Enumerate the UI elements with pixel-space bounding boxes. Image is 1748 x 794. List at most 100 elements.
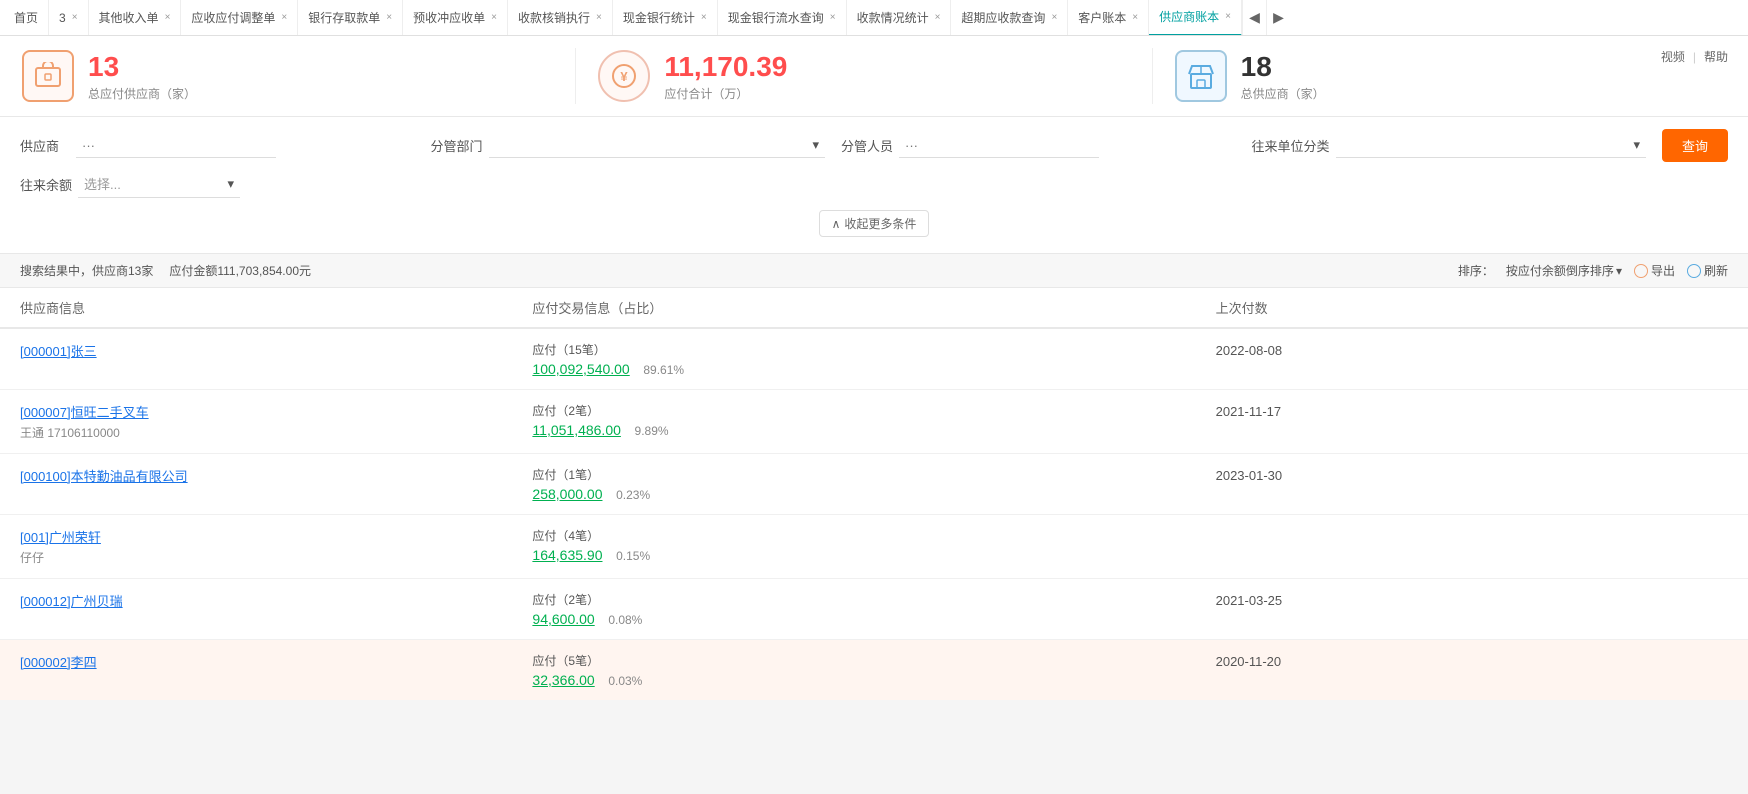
table-row: [000007]恒旺二手叉车 王通 17106110000 应付（2笔） 11,… [0, 390, 1748, 454]
category-label: 往来单位分类 [1252, 136, 1330, 155]
nav-tab-cash-stats-label: 现金银行统计 [623, 9, 695, 26]
trans-amount-row: 94,600.00 0.08% [532, 611, 1215, 627]
export-icon [1634, 264, 1648, 278]
table-header: 供应商信息 应付交易信息（占比） 上次付数 [0, 288, 1748, 329]
summary-bar: 13 总应付供应商（家） ¥ 11,170.39 应付合计（万） [0, 36, 1748, 117]
export-label: 导出 [1651, 262, 1675, 279]
supplier-icon [22, 50, 74, 102]
payable-suppliers-count: 13 [88, 50, 196, 84]
close-icon[interactable]: × [596, 12, 602, 23]
nav-tab-3-label: 3 [59, 11, 66, 25]
close-icon[interactable]: × [830, 12, 836, 23]
balance-select[interactable]: 选择... ▾ [78, 170, 240, 198]
nav-tab-3[interactable]: 3 × [49, 0, 89, 36]
supplier-sub-info: 王通 17106110000 [20, 424, 532, 441]
supplier-info-cell: [000002]李四 [20, 652, 532, 671]
nav-tab-other-income[interactable]: 其他收入单 × [89, 0, 182, 36]
supplier-link[interactable]: [000012]广州贝瑞 [20, 591, 532, 610]
supplier-info-cell: [000100]本特勤油品有限公司 [20, 466, 532, 485]
nav-tab-collection[interactable]: 收款核销执行 × [508, 0, 613, 36]
trans-amount-link[interactable]: 11,051,486.00 [532, 422, 621, 438]
trans-pct: 0.15% [616, 549, 650, 563]
close-icon[interactable]: × [281, 12, 287, 23]
close-icon[interactable]: × [165, 12, 171, 23]
trans-amount-row: 100,092,540.00 89.61% [532, 361, 1215, 377]
supplier-link[interactable]: [000007]恒旺二手叉车 [20, 402, 532, 421]
supplier-link[interactable]: [000002]李四 [20, 652, 532, 671]
nav-tab-adjustment[interactable]: 应收应付调整单 × [181, 0, 298, 36]
nav-arrow-left[interactable]: ◀ [1242, 0, 1266, 36]
collapse-button[interactable]: ∧ 收起更多条件 [819, 210, 930, 237]
nav-tab-collection-stats[interactable]: 收款情况统计 × [847, 0, 952, 36]
nav-tab-prepay[interactable]: 预收冲应收单 × [403, 0, 508, 36]
close-icon[interactable]: × [1132, 12, 1138, 23]
supplier-label: 供应商 [20, 136, 70, 155]
query-button[interactable]: 查询 [1662, 129, 1728, 162]
close-icon[interactable]: × [72, 12, 78, 23]
trans-amount-row: 11,051,486.00 9.89% [532, 422, 1215, 438]
arrow-left-icon: ◀ [1249, 9, 1260, 26]
nav-tab-bank-deposit[interactable]: 银行存取款单 × [298, 0, 403, 36]
col-header-supplier: 供应商信息 [20, 298, 532, 317]
close-icon[interactable]: × [1225, 11, 1231, 22]
video-link[interactable]: 视频 [1661, 48, 1685, 65]
nav-tab-cash-flow[interactable]: 现金银行流水查询 × [718, 0, 847, 36]
person-input[interactable] [899, 134, 1099, 158]
sort-prefix: 排序： [1458, 262, 1494, 279]
supplier-input[interactable] [76, 134, 276, 158]
filter-row-2: 往来余额 选择... ▾ [20, 170, 1728, 198]
data-table: 供应商信息 应付交易信息（占比） 上次付数 [000001]张三 应付（15笔）… [0, 288, 1748, 700]
help-link[interactable]: 帮助 [1704, 48, 1728, 65]
table-row: [000012]广州贝瑞 应付（2笔） 94,600.00 0.08% 2021… [0, 579, 1748, 640]
trans-amount-row: 32,366.00 0.03% [532, 672, 1215, 688]
refresh-button[interactable]: 刷新 [1687, 262, 1728, 279]
department-select[interactable]: ▾ [489, 133, 825, 158]
chevron-down-icon: ▾ [1633, 137, 1640, 153]
close-icon[interactable]: × [491, 12, 497, 23]
supplier-link[interactable]: [000100]本特勤油品有限公司 [20, 466, 532, 485]
lastpay-cell: 2021-03-25 [1216, 591, 1728, 608]
trans-amount-link[interactable]: 258,000.00 [532, 486, 602, 502]
close-icon[interactable]: × [701, 12, 707, 23]
total-suppliers-count: 18 [1241, 50, 1325, 84]
nav-tab-supplier-ledger[interactable]: 供应商账本 × [1149, 0, 1242, 36]
sort-select[interactable]: 按应付余额倒序排序 ▾ [1506, 262, 1622, 279]
supplier-info-cell: [000012]广州贝瑞 [20, 591, 532, 610]
summary-item-total-suppliers: 18 总供应商（家） [1153, 48, 1728, 104]
table-row: [000100]本特勤油品有限公司 应付（1笔） 258,000.00 0.23… [0, 454, 1748, 515]
nav-tab-overdue[interactable]: 超期应收款查询 × [951, 0, 1068, 36]
col-header-lastpay: 上次付数 [1216, 298, 1728, 317]
filter-item-category: 往来单位分类 ▾ [1252, 133, 1647, 158]
supplier-link[interactable]: [001]广州荣轩 [20, 527, 532, 546]
store-icon [1175, 50, 1227, 102]
close-icon[interactable]: × [386, 12, 392, 23]
trans-amount-link[interactable]: 32,366.00 [532, 672, 594, 688]
sort-chevron-icon: ▾ [1616, 264, 1622, 278]
nav-tab-customer-ledger-label: 客户账本 [1078, 9, 1126, 26]
top-right-links: 视频 | 帮助 [1661, 48, 1728, 65]
supplier-link[interactable]: [000001]张三 [20, 341, 532, 360]
total-suppliers-label: 总供应商（家） [1241, 85, 1325, 102]
close-icon[interactable]: × [935, 12, 941, 23]
nav-tab-cash-stats[interactable]: 现金银行统计 × [613, 0, 718, 36]
trans-label: 应付（15笔） [532, 341, 1215, 358]
nav-tab-home[interactable]: 首页 [4, 0, 49, 36]
col-header-transaction: 应付交易信息（占比） [532, 298, 1215, 317]
trans-amount-link[interactable]: 100,092,540.00 [532, 361, 629, 377]
nav-tab-cash-flow-label: 现金银行流水查询 [728, 9, 824, 26]
nav-tab-customer-ledger[interactable]: 客户账本 × [1068, 0, 1149, 36]
summary-icon-money: ¥ [596, 48, 652, 104]
payable-total-value: 11,170.39 [664, 50, 787, 84]
filter-item-person: 分管人员 [841, 134, 1236, 158]
export-button[interactable]: 导出 [1634, 262, 1675, 279]
trans-amount-row: 164,635.90 0.15% [532, 547, 1215, 563]
summary-item-payable-total: ¥ 11,170.39 应付合计（万） [576, 48, 1152, 104]
balance-label: 往来余额 [20, 175, 72, 194]
trans-pct: 89.61% [643, 363, 684, 377]
trans-amount-link[interactable]: 164,635.90 [532, 547, 602, 563]
close-icon[interactable]: × [1051, 12, 1057, 23]
trans-amount-link[interactable]: 94,600.00 [532, 611, 594, 627]
category-select[interactable]: ▾ [1336, 133, 1646, 158]
transaction-cell: 应付（2笔） 94,600.00 0.08% [532, 591, 1215, 627]
nav-arrow-right[interactable]: ▶ [1266, 0, 1290, 36]
